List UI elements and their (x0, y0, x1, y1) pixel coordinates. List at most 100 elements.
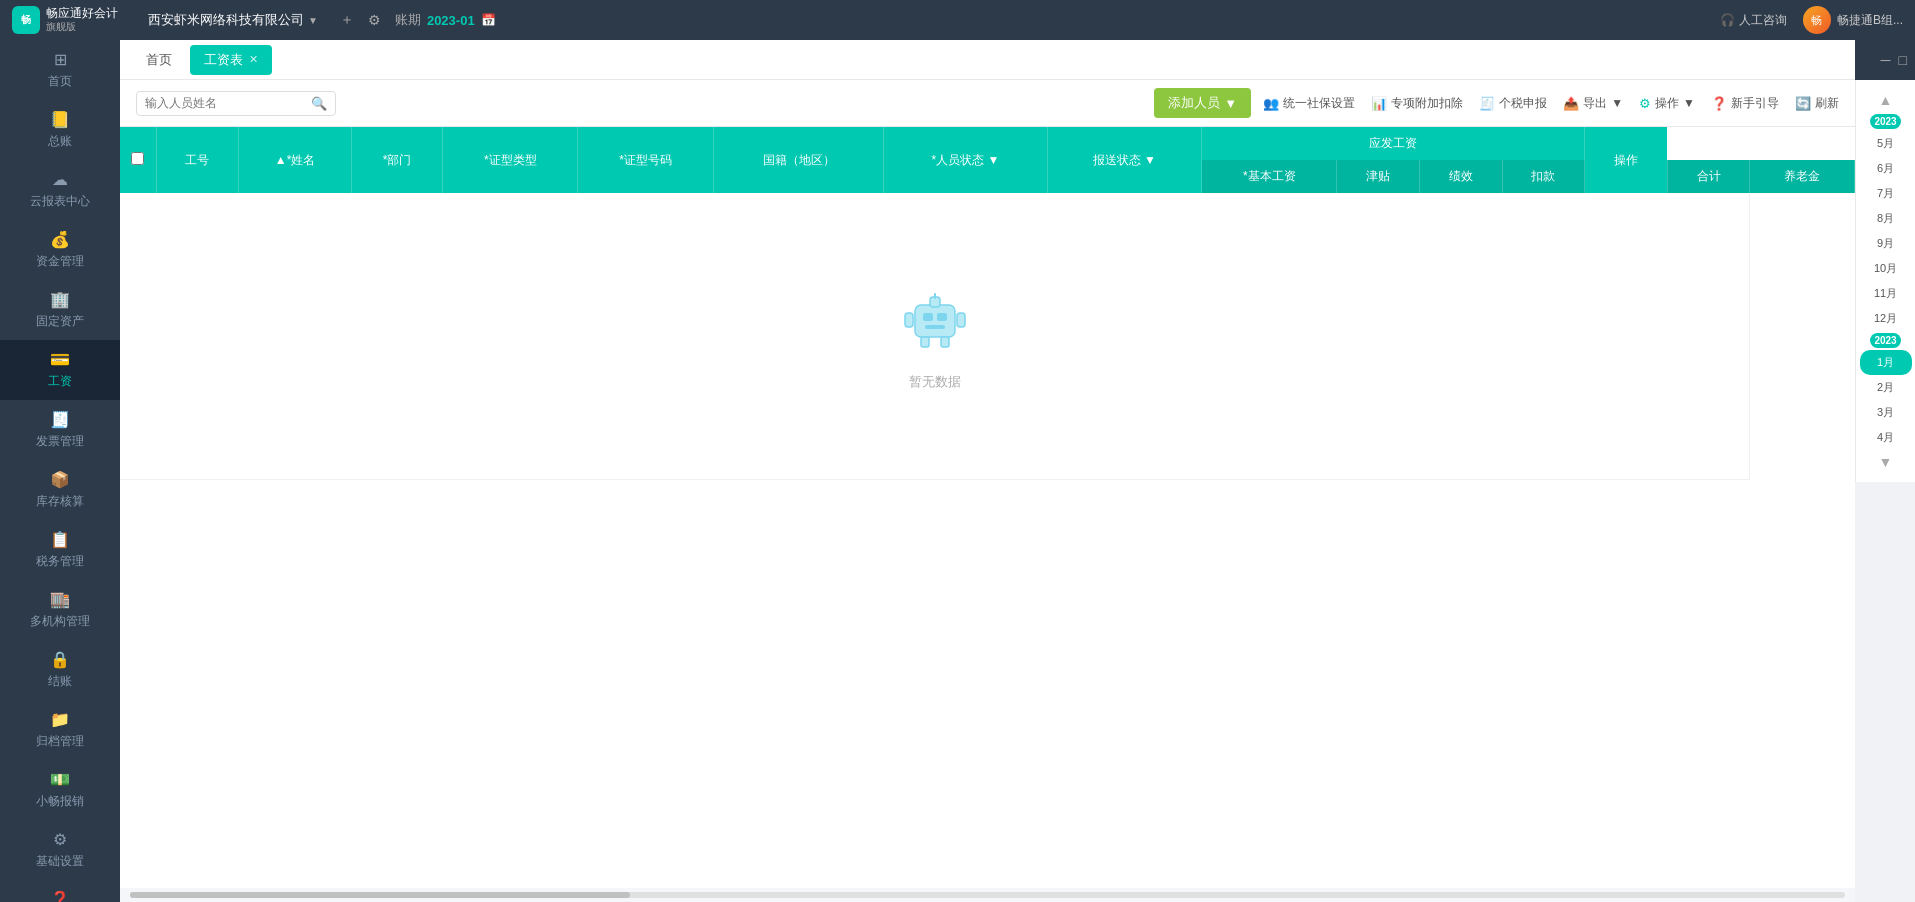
fund-icon: 💰 (50, 230, 70, 249)
sidebar-item-invoice[interactable]: 🧾 发票管理 (0, 400, 120, 460)
basic-settings-icon: ⚙ (53, 830, 67, 849)
empty-state: 暂无数据 (130, 201, 1739, 471)
year-next-btn[interactable]: ▼ (1875, 450, 1897, 474)
settings-icon-btn[interactable]: ⚙ (366, 10, 383, 30)
special-deduction-icon: 📊 (1371, 96, 1387, 111)
th-actions: 操作 (1585, 127, 1668, 193)
sidebar-label-payroll: 工资 (48, 373, 72, 390)
month-item-3[interactable]: 3月 (1856, 400, 1916, 425)
scroll-bar[interactable] (120, 888, 1855, 902)
sidebar-item-tax[interactable]: 📋 税务管理 (0, 520, 120, 580)
month-item-7[interactable]: 7月 (1856, 181, 1916, 206)
refresh-btn[interactable]: 🔄 刷新 (1795, 95, 1839, 112)
svg-rect-9 (941, 337, 949, 347)
tab-bar: 首页 工资表 ✕ (120, 40, 1855, 80)
month-item-1[interactable]: 1月 (1860, 350, 1912, 375)
add-person-label: 添加人员 (1168, 94, 1220, 112)
sidebar-item-close[interactable]: 🔒 结账 (0, 640, 120, 700)
period-area: 账期 2023-01 📅 (395, 11, 496, 29)
personal-tax-icon: 🧾 (1479, 96, 1495, 111)
sidebar-label-expense: 小畅报销 (36, 793, 84, 810)
tab-home-label: 首页 (146, 51, 172, 69)
top-header: 畅 畅应通好会计 旗舰版 西安虾米网络科技有限公司 ▼ ＋ ⚙ 账期 2023-… (0, 0, 1915, 40)
sidebar-label-archive: 归档管理 (36, 733, 84, 750)
empty-robot-icon (895, 281, 975, 361)
sidebar-item-inventory[interactable]: 📦 库存核算 (0, 460, 120, 520)
sidebar-label-inventory: 库存核算 (36, 493, 84, 510)
app-title: 畅应通好会计 (46, 6, 118, 20)
sidebar-item-asset[interactable]: 🏢 固定资产 (0, 280, 120, 340)
th-person-status: *人员状态 ▼ (884, 127, 1047, 193)
tab-close-icon[interactable]: ✕ (249, 53, 258, 66)
th-name: ▲*姓名 (239, 127, 352, 193)
th-nationality: 国籍（地区） (713, 127, 884, 193)
report-status-filter-icon[interactable]: ▼ (1144, 153, 1156, 167)
calendar-icon[interactable]: 📅 (481, 13, 496, 27)
special-deduction-label: 专项附加扣除 (1391, 95, 1463, 112)
company-name: 西安虾米网络科技有限公司 (148, 11, 304, 29)
sidebar-item-home[interactable]: ⊞ 首页 (0, 40, 120, 100)
app-subtitle: 旗舰版 (46, 20, 118, 34)
service-btn[interactable]: 🎧 人工咨询 (1720, 12, 1787, 29)
search-input[interactable] (145, 96, 305, 110)
personal-tax-btn[interactable]: 🧾 个税申报 (1479, 95, 1547, 112)
sidebar-label-multi-org: 多机构管理 (30, 613, 90, 630)
sort-up-icon: ▲ (275, 153, 287, 167)
sidebar-label-home: 首页 (48, 73, 72, 90)
sidebar-item-archive[interactable]: 📁 归档管理 (0, 700, 120, 760)
special-deduction-btn[interactable]: 📊 专项附加扣除 (1371, 95, 1463, 112)
year-prev-btn[interactable]: ▲ (1875, 88, 1897, 112)
sidebar-label-close: 结账 (48, 673, 72, 690)
th-base-salary: *基本工资 (1202, 160, 1337, 193)
add-person-btn[interactable]: 添加人员 ▼ (1154, 88, 1251, 118)
operations-btn[interactable]: ⚙ 操作 ▼ (1639, 95, 1695, 112)
month-item-9[interactable]: 9月 (1856, 231, 1916, 256)
period-value: 2023-01 (427, 13, 475, 28)
refresh-icon: 🔄 (1795, 96, 1811, 111)
month-item-4[interactable]: 4月 (1856, 425, 1916, 450)
month-item-11[interactable]: 11月 (1856, 281, 1916, 306)
export-icon: 📤 (1563, 96, 1579, 111)
empty-text: 暂无数据 (909, 373, 961, 391)
th-employee-id: 工号 (156, 127, 239, 193)
sidebar-item-cloud-report[interactable]: ☁ 云报表中心 (0, 160, 120, 220)
tab-payroll-label: 工资表 (204, 51, 243, 69)
social-security-btn[interactable]: 👥 统一社保设置 (1263, 95, 1355, 112)
month-item-10[interactable]: 10月 (1856, 256, 1916, 281)
tab-payroll-table[interactable]: 工资表 ✕ (190, 45, 272, 75)
month-item-2[interactable]: 2月 (1856, 375, 1916, 400)
export-btn[interactable]: 📤 导出 ▼ (1563, 95, 1623, 112)
sidebar-item-expense[interactable]: 💵 小畅报销 (0, 760, 120, 820)
sidebar-label-asset: 固定资产 (36, 313, 84, 330)
month-item-6[interactable]: 6月 (1856, 156, 1916, 181)
new-guide-label: 新手引导 (1731, 95, 1779, 112)
select-all-checkbox[interactable] (131, 152, 144, 165)
company-selector[interactable]: 西安虾米网络科技有限公司 ▼ (148, 11, 318, 29)
add-person-chevron-icon: ▼ (1224, 96, 1237, 111)
minimize-window-btn[interactable]: ─ (1881, 52, 1891, 68)
maximize-window-btn[interactable]: □ (1899, 52, 1907, 68)
sidebar-item-fund[interactable]: 💰 资金管理 (0, 220, 120, 280)
new-guide-btn[interactable]: ❓ 新手引导 (1711, 95, 1779, 112)
tab-home[interactable]: 首页 (132, 45, 186, 75)
sidebar-item-ledger[interactable]: 📒 总账 (0, 100, 120, 160)
sidebar-item-payroll[interactable]: 💳 工资 (0, 340, 120, 400)
sidebar-item-multi-org[interactable]: 🏬 多机构管理 (0, 580, 120, 640)
user-area[interactable]: 畅 畅捷通B组... (1803, 6, 1903, 34)
month-item-12[interactable]: 12月 (1856, 306, 1916, 331)
person-status-filter-icon[interactable]: ▼ (988, 153, 1000, 167)
svg-rect-8 (921, 337, 929, 347)
header-right: 🎧 人工咨询 畅 畅捷通B组... (1720, 6, 1903, 34)
add-company-btn[interactable]: ＋ (338, 9, 356, 31)
personal-tax-label: 个税申报 (1499, 95, 1547, 112)
sidebar-label-fund: 资金管理 (36, 253, 84, 270)
th-pension: 养老金 (1750, 160, 1855, 193)
scroll-thumb[interactable] (130, 892, 630, 898)
month-item-8[interactable]: 8月 (1856, 206, 1916, 231)
sidebar-item-basic[interactable]: ⚙ 基础设置 (0, 820, 120, 880)
toolbar-actions: 👥 统一社保设置 📊 专项附加扣除 🧾 个税申报 📤 导出 ▼ ⚙ (1263, 95, 1839, 112)
month-item-5[interactable]: 5月 (1856, 131, 1916, 156)
header-actions: ＋ ⚙ (338, 9, 383, 31)
sidebar-item-guide[interactable]: ❓ 新手引导 (0, 880, 120, 902)
svg-rect-6 (905, 313, 913, 327)
